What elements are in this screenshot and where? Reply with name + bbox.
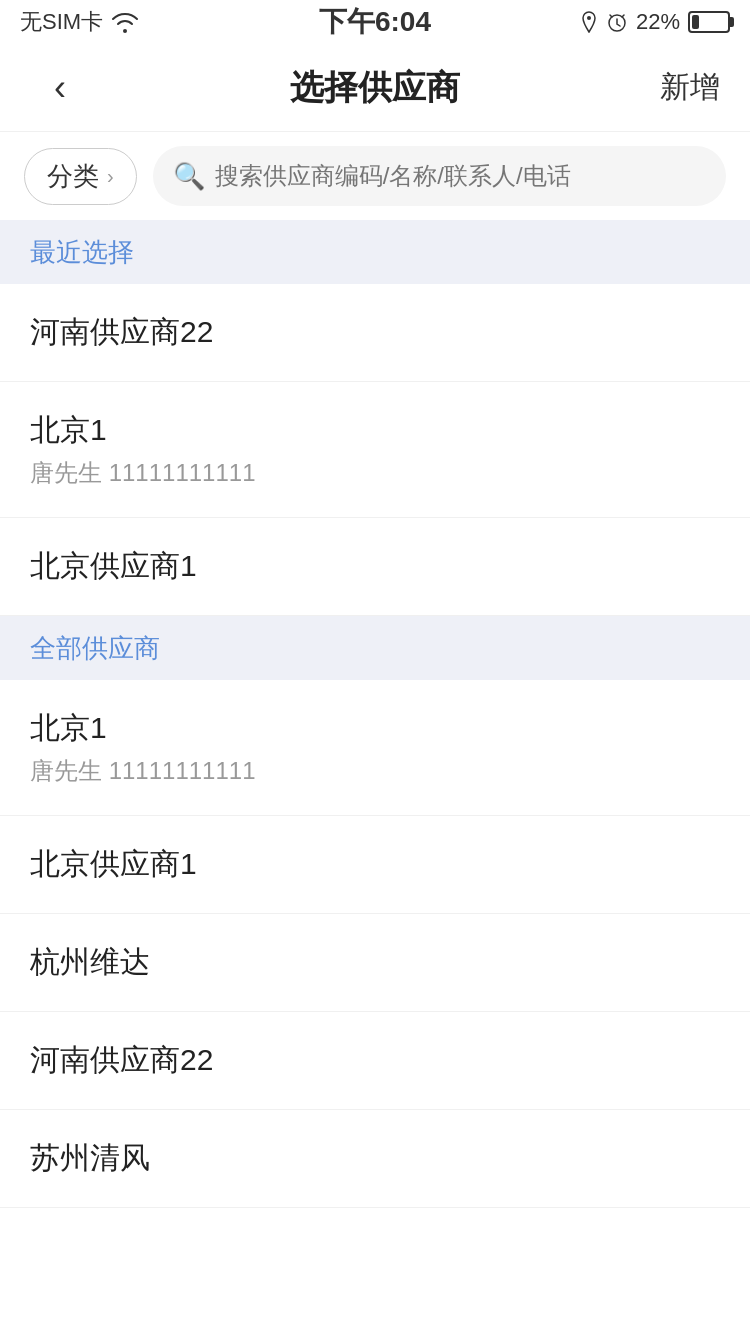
status-bar: 无SIM卡 下午6:04 22%	[0, 0, 750, 44]
category-button[interactable]: 分类 ›	[24, 148, 137, 205]
carrier-text: 无SIM卡	[20, 7, 103, 37]
status-left: 无SIM卡	[20, 7, 139, 37]
list-item[interactable]: 北京1 唐先生 11111111111	[0, 382, 750, 518]
alarm-icon	[606, 11, 628, 33]
status-right: 22%	[580, 9, 730, 35]
supplier-name: 北京供应商1	[30, 546, 720, 587]
list-item[interactable]: 北京1 唐先生 11111111111	[0, 680, 750, 816]
svg-point-0	[587, 16, 591, 20]
supplier-name: 北京1	[30, 708, 720, 749]
supplier-name: 北京供应商1	[30, 844, 720, 885]
supplier-list: 最近选择河南供应商22 北京1 唐先生 11111111111 北京供应商1 全部供应商…	[0, 220, 750, 1208]
section-header-text-all: 全部供应商	[30, 631, 160, 666]
list-item[interactable]: 河南供应商22	[0, 1012, 750, 1110]
page-title: 选择供应商	[290, 65, 460, 111]
section-header-recent: 最近选择	[0, 220, 750, 284]
supplier-name: 苏州清风	[30, 1138, 720, 1179]
wifi-icon	[111, 11, 139, 33]
supplier-name: 北京1	[30, 410, 720, 451]
category-label: 分类	[47, 159, 99, 194]
location-icon	[580, 11, 598, 33]
supplier-contact: 唐先生 11111111111	[30, 755, 720, 787]
supplier-name: 河南供应商22	[30, 1040, 720, 1081]
list-item[interactable]: 北京供应商1	[0, 518, 750, 616]
nav-bar: ‹ 选择供应商 新增	[0, 44, 750, 132]
section-header-text-recent: 最近选择	[30, 235, 134, 270]
search-box[interactable]: 🔍	[153, 146, 726, 206]
battery-percent: 22%	[636, 9, 680, 35]
section-header-all: 全部供应商	[0, 616, 750, 680]
list-item[interactable]: 苏州清风	[0, 1110, 750, 1208]
list-item[interactable]: 北京供应商1	[0, 816, 750, 914]
supplier-name: 杭州维达	[30, 942, 720, 983]
add-button[interactable]: 新增	[660, 67, 720, 108]
list-item[interactable]: 杭州维达	[0, 914, 750, 1012]
supplier-contact: 唐先生 11111111111	[30, 457, 720, 489]
filter-bar: 分类 › 🔍	[0, 132, 750, 220]
status-time: 下午6:04	[319, 3, 431, 41]
search-input[interactable]	[215, 162, 706, 190]
battery-indicator	[688, 11, 730, 33]
list-item[interactable]: 河南供应商22	[0, 284, 750, 382]
search-icon: 🔍	[173, 161, 205, 192]
chevron-right-icon: ›	[107, 165, 114, 188]
supplier-name: 河南供应商22	[30, 312, 720, 353]
back-button[interactable]: ‹	[30, 58, 90, 118]
